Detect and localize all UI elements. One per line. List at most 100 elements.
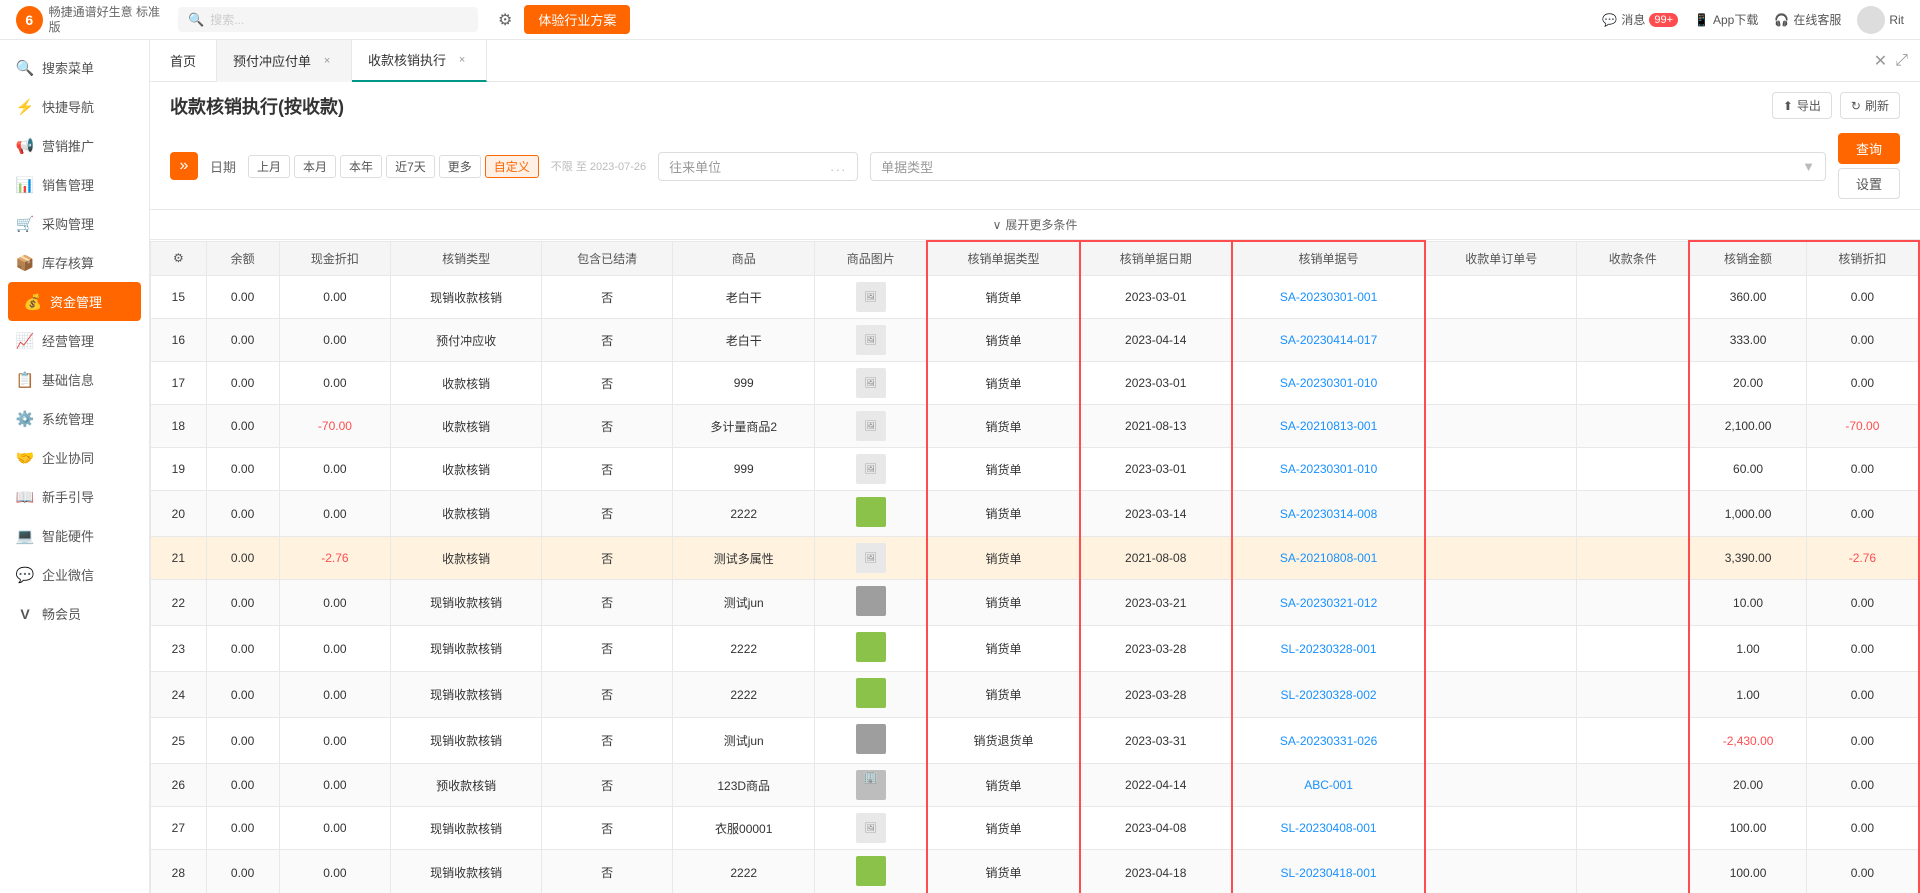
sidebar-item-collab[interactable]: 🤝 企业协同 [0, 438, 149, 477]
row-goods-img [815, 491, 928, 537]
row-doc-date: 2023-03-21 [1080, 580, 1232, 626]
sidebar-item-finance[interactable]: 💰 资金管理 [8, 282, 141, 321]
marketing-icon: 📢 [16, 137, 34, 155]
doc-no-link[interactable]: SA-20230414-017 [1280, 333, 1377, 347]
doc-no-link[interactable]: SA-20230301-010 [1280, 462, 1377, 476]
sidebar-item-search[interactable]: 🔍 搜索菜单 [0, 48, 149, 87]
sidebar-item-sales[interactable]: 📊 销售管理 [0, 165, 149, 204]
avatar [1857, 6, 1885, 34]
message-btn[interactable]: 💬 消息 99+ [1602, 11, 1678, 28]
sidebar-item-hardware[interactable]: 💻 智能硬件 [0, 516, 149, 555]
row-id: 17 [151, 362, 207, 405]
goods-image: 🖼 [856, 454, 886, 484]
row-goods-img [815, 626, 928, 672]
doc-no-link[interactable]: SA-20210813-001 [1280, 419, 1377, 433]
goods-image: 🖼 [856, 282, 886, 312]
row-goods: 999 [673, 448, 815, 491]
doc-no-link[interactable]: SL-20230328-001 [1281, 642, 1377, 656]
tab-bar-actions: ✕ ⤢ [1862, 51, 1920, 71]
expand-more-btn[interactable]: ∨ 展开更多条件 [993, 216, 1078, 233]
row-id: 27 [151, 807, 207, 850]
export-btn[interactable]: ⬆ 导出 [1772, 92, 1832, 119]
row-goods-img: 🖼 [815, 537, 928, 580]
sidebar-item-member[interactable]: V 畅会员 [0, 594, 149, 633]
partner-filter[interactable]: 往来单位 ... [658, 152, 858, 181]
doc-type-filter[interactable]: 单据类型 ▼ [870, 152, 1826, 181]
doc-no-link[interactable]: SA-20230301-010 [1280, 376, 1377, 390]
sidebar-item-system[interactable]: ⚙️ 系统管理 [0, 399, 149, 438]
settings-icon[interactable]: ⚙ [498, 10, 512, 30]
doc-no-link[interactable]: SL-20230408-001 [1281, 821, 1377, 835]
sidebar-item-marketing[interactable]: 📢 营销推广 [0, 126, 149, 165]
row-doc-type: 销货单 [927, 580, 1079, 626]
main-content: 首页 预付冲应付单 × 收款核销执行 × ✕ ⤢ 收款核销执行(按收款) ⬆ 导… [150, 40, 1920, 893]
row-cancel-amount: 333.00 [1689, 319, 1806, 362]
row-cancel-amount: 100.00 [1689, 807, 1806, 850]
row-include-settled: 否 [541, 718, 672, 764]
tab-home[interactable]: 首页 [150, 40, 217, 82]
basic-icon: 📋 [16, 371, 34, 389]
row-doc-type: 销货单 [927, 850, 1079, 893]
close-window-icon[interactable]: ✕ [1874, 51, 1887, 71]
app-download-btn[interactable]: 📱 App下载 [1694, 11, 1758, 28]
doc-no-link[interactable]: SL-20230418-001 [1281, 866, 1377, 880]
industry-btn[interactable]: 体验行业方案 [524, 5, 630, 34]
gear-header-icon[interactable]: ⚙ [173, 251, 184, 265]
hardware-icon: 💻 [16, 527, 34, 545]
doc-no-link[interactable]: SA-20230321-012 [1280, 596, 1377, 610]
col-gear: ⚙ [151, 241, 207, 276]
row-doc-date: 2023-03-28 [1080, 626, 1232, 672]
date-btn-more[interactable]: 更多 [439, 155, 481, 178]
date-btn-this-year[interactable]: 本年 [340, 155, 382, 178]
sidebar-item-label: 营销推广 [42, 136, 94, 155]
doc-no-link[interactable]: SA-20230331-026 [1280, 734, 1377, 748]
sidebar-item-operations[interactable]: 📈 经营管理 [0, 321, 149, 360]
sidebar-item-quick[interactable]: ⚡ 快捷导航 [0, 87, 149, 126]
user-name: Rit [1889, 13, 1904, 27]
close-tab-prepay[interactable]: × [319, 53, 335, 69]
col-doc-type: 核销单据类型 [927, 241, 1079, 276]
date-btn-custom[interactable]: 自定义 [485, 155, 539, 178]
row-cancel-amount: 2,100.00 [1689, 405, 1806, 448]
online-service-btn[interactable]: 🎧 在线客服 [1774, 11, 1841, 28]
date-btn-7days[interactable]: 近7天 [386, 155, 435, 178]
date-btn-last-month[interactable]: 上月 [248, 155, 290, 178]
row-receipt-cond [1577, 764, 1690, 807]
refresh-btn[interactable]: ↻ 刷新 [1840, 92, 1900, 119]
row-receipt-no [1425, 319, 1576, 362]
sidebar-item-inventory[interactable]: 📦 库存核算 [0, 243, 149, 282]
doc-no-link[interactable]: SA-20230314-008 [1280, 507, 1377, 521]
row-goods-img [815, 672, 928, 718]
doc-no-link[interactable]: SL-20230328-002 [1281, 688, 1377, 702]
tab-receipt-cancel[interactable]: 收款核销执行 × [352, 40, 487, 82]
row-id: 20 [151, 491, 207, 537]
query-btn[interactable]: 查询 [1838, 133, 1900, 164]
sidebar-item-label: 新手引导 [42, 487, 94, 506]
row-cancel-type: 现销收款核销 [391, 672, 542, 718]
app-icon: 📱 [1694, 13, 1709, 27]
message-icon: 💬 [1602, 13, 1617, 27]
sidebar-item-label: 基础信息 [42, 370, 94, 389]
maximize-icon[interactable]: ⤢ [1895, 52, 1908, 70]
tab-prepay[interactable]: 预付冲应付单 × [217, 40, 352, 82]
filter-toggle-btn[interactable]: » [170, 152, 198, 180]
top-search-input[interactable]: 🔍 搜索... [178, 7, 478, 32]
row-cancel-discount: 0.00 [1806, 580, 1919, 626]
sidebar-item-purchase[interactable]: 🛒 采购管理 [0, 204, 149, 243]
row-receipt-no [1425, 491, 1576, 537]
search-placeholder: 搜索... [210, 11, 244, 28]
sales-icon: 📊 [16, 176, 34, 194]
user-area[interactable]: Rit [1857, 6, 1904, 34]
row-receipt-cond [1577, 276, 1690, 319]
date-btn-this-month[interactable]: 本月 [294, 155, 336, 178]
sidebar-item-basic[interactable]: 📋 基础信息 [0, 360, 149, 399]
sidebar-item-wechat[interactable]: 💬 企业微信 [0, 555, 149, 594]
purchase-icon: 🛒 [16, 215, 34, 233]
setting-btn[interactable]: 设置 [1838, 168, 1900, 199]
table-row: 27 0.00 0.00 现销收款核销 否 衣服00001 🖼 销货单 2023… [151, 807, 1920, 850]
doc-no-link[interactable]: ABC-001 [1304, 778, 1353, 792]
sidebar-item-guide[interactable]: 📖 新手引导 [0, 477, 149, 516]
doc-no-link[interactable]: SA-20230301-001 [1280, 290, 1377, 304]
close-tab-receipt-cancel[interactable]: × [454, 52, 470, 68]
doc-no-link[interactable]: SA-20210808-001 [1280, 551, 1377, 565]
